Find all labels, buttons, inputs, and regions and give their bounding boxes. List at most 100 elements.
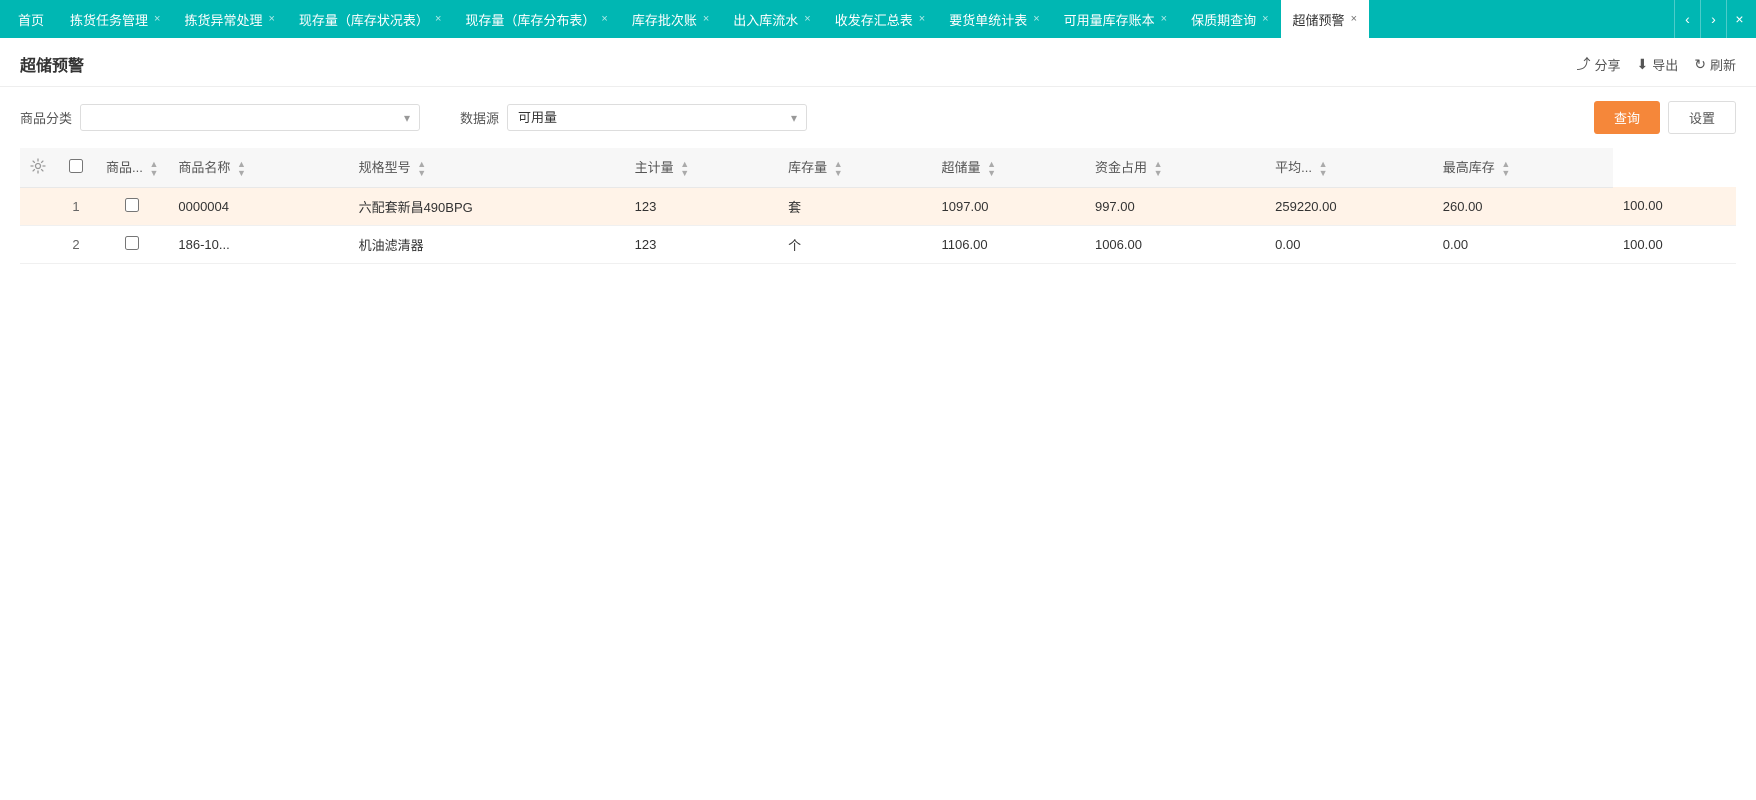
- nav-tab-4[interactable]: 现存量（库存分布表） ×: [453, 0, 619, 38]
- category-filter-group: 商品分类: [20, 104, 420, 131]
- nav-tab-9[interactable]: 可用量库存账本 ×: [1052, 0, 1179, 38]
- table-row: 2 186-10... 机油滤清器 123 个 1106.00 1006.00 …: [20, 225, 1736, 263]
- row-overstock-1: 1006.00: [1085, 225, 1265, 263]
- nav-tab-5[interactable]: 库存批次账 ×: [620, 0, 721, 38]
- select-all-checkbox[interactable]: [69, 159, 83, 173]
- category-select[interactable]: [80, 104, 420, 131]
- refresh-button[interactable]: ↻ 刷新: [1694, 55, 1736, 74]
- page-title: 超储预警: [20, 52, 84, 76]
- share-button[interactable]: ⤴ 分享: [1576, 54, 1620, 74]
- row-avg-1: 0.00: [1433, 225, 1613, 263]
- sort-spec-icon[interactable]: ▲▼: [417, 160, 426, 178]
- col-maxstock-header: 最高库存 ▲▼: [1433, 148, 1613, 187]
- page-header: 超储预警 ⤴ 分享 ⬇ 导出 ↻ 刷新: [0, 38, 1756, 87]
- table-header-row: 商品... ▲▼ 商品名称 ▲▼ 规格型号 ▲▼ 主计量 ▲▼: [20, 148, 1736, 187]
- row-gear-1: [20, 225, 56, 263]
- close-tab-10-icon[interactable]: ×: [1262, 13, 1268, 25]
- datasource-filter-group: 数据源 可用量 库存量: [460, 104, 807, 131]
- export-button[interactable]: ⬇ 导出: [1637, 55, 1679, 74]
- col-code-header: 商品... ▲▼: [96, 148, 168, 187]
- refresh-icon: ↻: [1694, 56, 1706, 73]
- col-stock-header: 库存量 ▲▼: [778, 148, 931, 187]
- row-spec-0: 123: [625, 187, 778, 225]
- table-body: 1 0000004 六配套新昌490BPG 123 套 1097.00 997.…: [20, 187, 1736, 263]
- sort-avg-icon[interactable]: ▲▼: [1319, 160, 1328, 178]
- category-label: 商品分类: [20, 108, 72, 127]
- close-tab-8-icon[interactable]: ×: [1033, 13, 1039, 25]
- sort-overstock-icon[interactable]: ▲▼: [987, 160, 996, 178]
- row-checkbox-cell-0: [96, 187, 168, 225]
- close-tab-11-icon[interactable]: ×: [1351, 13, 1357, 25]
- row-name-1: 机油滤清器: [349, 225, 625, 263]
- header-actions: ⤴ 分享 ⬇ 导出 ↻ 刷新: [1576, 54, 1736, 74]
- row-checkbox-cell-1: [96, 225, 168, 263]
- nav-arrow-right[interactable]: ›: [1700, 0, 1726, 38]
- row-checkbox-0[interactable]: [125, 198, 139, 212]
- category-select-wrapper: [80, 104, 420, 131]
- nav-arrows: ‹ › ×: [1674, 0, 1752, 38]
- col-unit-header: 主计量 ▲▼: [625, 148, 778, 187]
- nav-tab-11[interactable]: 超储预警 ×: [1281, 0, 1369, 38]
- nav-tab-7[interactable]: 收发存汇总表 ×: [823, 0, 937, 38]
- row-num-1: 2: [56, 225, 96, 263]
- row-code-0: 0000004: [168, 187, 348, 225]
- query-button[interactable]: 查询: [1594, 101, 1660, 134]
- col-checkbox-header: [56, 148, 96, 187]
- close-tab-2-icon[interactable]: ×: [268, 13, 274, 25]
- close-tab-5-icon[interactable]: ×: [703, 13, 709, 25]
- data-table: 商品... ▲▼ 商品名称 ▲▼ 规格型号 ▲▼ 主计量 ▲▼: [20, 148, 1736, 264]
- nav-tab-2[interactable]: 拣货异常处理 ×: [172, 0, 286, 38]
- row-gear-0: [20, 187, 56, 225]
- top-nav: 首页 拣货任务管理 × 拣货异常处理 × 现存量（库存状况表） × 现存量（库存…: [0, 0, 1756, 38]
- sort-unit-icon[interactable]: ▲▼: [680, 160, 689, 178]
- table-row: 1 0000004 六配套新昌490BPG 123 套 1097.00 997.…: [20, 187, 1736, 225]
- table-header: 商品... ▲▼ 商品名称 ▲▼ 规格型号 ▲▼ 主计量 ▲▼: [20, 148, 1736, 187]
- row-num-0: 1: [56, 187, 96, 225]
- row-checkbox-1[interactable]: [125, 236, 139, 250]
- col-gear: [20, 148, 56, 187]
- col-name-header: 商品名称 ▲▼: [168, 148, 348, 187]
- col-spec-header: 规格型号 ▲▼: [349, 148, 625, 187]
- nav-tab-6[interactable]: 出入库流水 ×: [721, 0, 822, 38]
- gear-settings-icon[interactable]: [30, 158, 46, 174]
- nav-arrow-left[interactable]: ‹: [1674, 0, 1700, 38]
- datasource-label: 数据源: [460, 108, 499, 127]
- filter-actions: 查询 设置: [1594, 101, 1736, 134]
- nav-tab-10[interactable]: 保质期查询 ×: [1179, 0, 1280, 38]
- close-tab-3-icon[interactable]: ×: [435, 13, 441, 25]
- nav-tab-1[interactable]: 拣货任务管理 ×: [58, 0, 172, 38]
- table-container: 商品... ▲▼ 商品名称 ▲▼ 规格型号 ▲▼ 主计量 ▲▼: [0, 148, 1756, 264]
- row-maxstock-1: 100.00: [1613, 225, 1736, 263]
- settings-button[interactable]: 设置: [1668, 101, 1736, 134]
- sort-code-icon[interactable]: ▲▼: [149, 160, 158, 178]
- nav-arrow-close[interactable]: ×: [1726, 0, 1752, 38]
- nav-home[interactable]: 首页: [4, 0, 58, 38]
- nav-tab-3[interactable]: 现存量（库存状况表） ×: [287, 0, 453, 38]
- datasource-select[interactable]: 可用量 库存量: [507, 104, 807, 131]
- row-unit-1: 个: [778, 225, 931, 263]
- sort-capital-icon[interactable]: ▲▼: [1154, 160, 1163, 178]
- sort-maxstock-icon[interactable]: ▲▼: [1501, 160, 1510, 178]
- filter-bar: 商品分类 数据源 可用量 库存量 查询 设置: [0, 87, 1756, 148]
- share-icon: ⤴: [1576, 54, 1590, 74]
- row-overstock-0: 997.00: [1085, 187, 1265, 225]
- export-icon: ⬇: [1637, 56, 1649, 73]
- close-tab-6-icon[interactable]: ×: [804, 13, 810, 25]
- close-tab-7-icon[interactable]: ×: [919, 13, 925, 25]
- row-stock-1: 1106.00: [932, 225, 1085, 263]
- row-capital-0: 259220.00: [1265, 187, 1433, 225]
- nav-tab-8[interactable]: 要货单统计表 ×: [937, 0, 1051, 38]
- col-overstock-header: 超储量 ▲▼: [932, 148, 1085, 187]
- row-unit-0: 套: [778, 187, 931, 225]
- close-tab-4-icon[interactable]: ×: [601, 13, 607, 25]
- datasource-select-wrapper: 可用量 库存量: [507, 104, 807, 131]
- page: 超储预警 ⤴ 分享 ⬇ 导出 ↻ 刷新 商品分类: [0, 38, 1756, 800]
- sort-stock-icon[interactable]: ▲▼: [834, 160, 843, 178]
- close-tab-1-icon[interactable]: ×: [154, 13, 160, 25]
- row-name-0: 六配套新昌490BPG: [349, 187, 625, 225]
- row-maxstock-0: 100.00: [1613, 187, 1736, 225]
- col-avg-header: 平均... ▲▼: [1265, 148, 1433, 187]
- row-code-1: 186-10...: [168, 225, 348, 263]
- sort-name-icon[interactable]: ▲▼: [237, 160, 246, 178]
- close-tab-9-icon[interactable]: ×: [1161, 13, 1167, 25]
